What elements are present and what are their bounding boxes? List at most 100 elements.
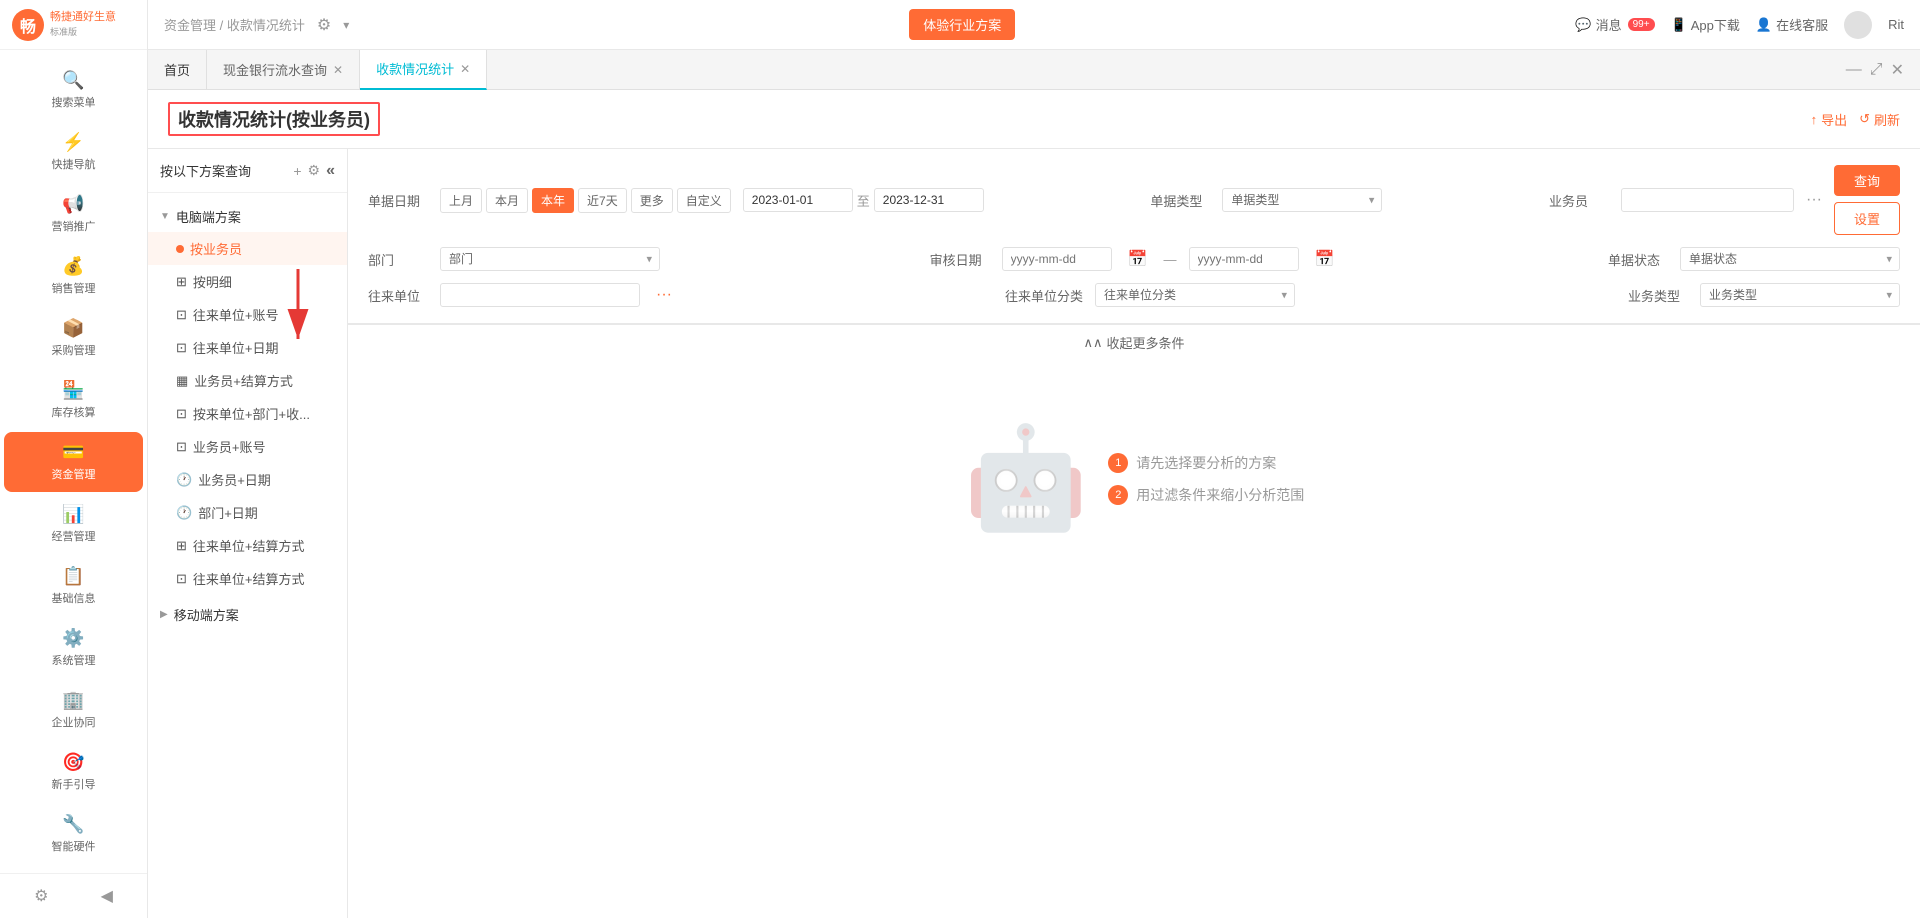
tabs-maximize-icon[interactable]: ⤢: [1870, 61, 1883, 79]
scheme-settings-icon[interactable]: ⚙: [308, 162, 321, 179]
salesperson-more-icon[interactable]: ···: [1806, 191, 1822, 209]
sidebar-item-sales[interactable]: 💰 销售管理: [4, 246, 143, 306]
sidebar-label-basic-info: 基础信息: [52, 590, 96, 606]
sidebar-label-search-menu: 搜索菜单: [52, 94, 96, 110]
customer-category-select-wrapper: 往来单位分类: [1095, 283, 1295, 307]
review-date-to-input[interactable]: [1189, 247, 1299, 271]
sidebar-item-marketing[interactable]: 📢 营销推广: [4, 184, 143, 244]
settings-footer-icon[interactable]: ⚙: [34, 886, 48, 906]
messages-badge: 99+: [1628, 18, 1655, 31]
tree-item-by-salesperson[interactable]: 按业务员: [148, 232, 347, 265]
tab-bank-flow-close[interactable]: ✕: [333, 63, 343, 77]
doc-status-select[interactable]: 单据状态: [1680, 247, 1900, 271]
tree-item-label-salesperson-account: 业务员+账号: [193, 437, 266, 456]
salesperson-input[interactable]: [1621, 188, 1794, 212]
date-btn-this-month[interactable]: 本月: [486, 188, 528, 213]
tree-item-label-salesperson: 按业务员: [190, 239, 242, 258]
tabs-close-icon[interactable]: ✕: [1891, 60, 1904, 80]
date-btn-more[interactable]: 更多: [631, 188, 673, 213]
doc-type-select[interactable]: 单据类型: [1222, 188, 1382, 212]
sidebar-item-wechat[interactable]: 💬 企业微信: [4, 866, 143, 873]
date-range-inputs: 至: [743, 188, 984, 212]
salesperson-account-icon: ⊡: [176, 439, 187, 455]
sidebar-item-purchase[interactable]: 📦 采购管理: [4, 308, 143, 368]
tree-item-label-customer-dept: 按来单位+部门+收...: [193, 404, 310, 423]
tree-item-by-detail[interactable]: ⊞ 按明细: [148, 265, 347, 298]
customer-dept-icon: ⊡: [176, 406, 187, 422]
doc-status-label: 单据状态: [1608, 250, 1668, 269]
date-btn-this-year[interactable]: 本年: [532, 188, 574, 213]
messages-btn[interactable]: 💬 消息 99+: [1575, 15, 1654, 34]
sidebar-item-corp[interactable]: 🏢 企业协同: [4, 680, 143, 740]
topbar-right: 💬 消息 99+ 📱 App下载 👤 在线客服 Rit: [1575, 11, 1904, 39]
search-menu-icon: 🔍: [62, 70, 84, 91]
add-scheme-icon[interactable]: +: [293, 163, 301, 179]
sidebar-item-basic-info[interactable]: 📋 基础信息: [4, 556, 143, 616]
mobile-group-header[interactable]: ▶ 移动端方案: [148, 599, 347, 630]
sidebar-item-inventory[interactable]: 🏪 库存核算: [4, 370, 143, 430]
settings-btn[interactable]: 设置: [1834, 202, 1900, 235]
review-date-separator: —: [1164, 252, 1177, 267]
calendar-icon-from[interactable]: 📅: [1128, 249, 1148, 269]
sidebar-label-operations: 经营管理: [52, 528, 96, 544]
tip-label-1: 请先选择要分析的方案: [1136, 453, 1276, 473]
topbar-gear-icon[interactable]: ⚙: [317, 15, 331, 35]
tab-bank-flow[interactable]: 现金银行流水查询 ✕: [207, 50, 360, 90]
collapse-sidebar-icon[interactable]: ◀: [101, 886, 113, 906]
app-download-btn[interactable]: 📱 App下载: [1671, 15, 1740, 34]
sidebar-item-guide[interactable]: 🎯 新手引导: [4, 742, 143, 802]
desktop-group-header[interactable]: ▼ 电脑端方案: [148, 201, 347, 232]
marketing-icon: 📢: [62, 194, 84, 215]
tab-home[interactable]: 首页: [148, 50, 207, 90]
calendar-icon-to[interactable]: 📅: [1315, 249, 1335, 269]
date-to-input[interactable]: [874, 188, 984, 212]
sidebar-item-operations[interactable]: 📊 经营管理: [4, 494, 143, 554]
salesperson-date-icon: 🕐: [176, 472, 192, 488]
tree-item-salesperson-account[interactable]: ⊡ 业务员+账号: [148, 430, 347, 463]
tree-item-customer-date[interactable]: ⊡ 往来单位+日期: [148, 331, 347, 364]
app-logo: 畅 畅捷通好生意 标准版: [0, 0, 147, 50]
customer-label: 往来单位: [368, 286, 428, 305]
date-btn-custom[interactable]: 自定义: [677, 188, 731, 213]
date-btn-last-month[interactable]: 上月: [440, 188, 482, 213]
customer-category-select[interactable]: 往来单位分类: [1095, 283, 1295, 307]
tab-collection-stats-close[interactable]: ✕: [460, 62, 470, 76]
review-date-from-input[interactable]: [1002, 247, 1112, 271]
online-service-btn[interactable]: 👤 在线客服: [1756, 15, 1828, 34]
export-btn[interactable]: ↑ 导出: [1811, 110, 1848, 129]
tree-item-customer-settle2[interactable]: ⊡ 往来单位+结算方式: [148, 562, 347, 595]
collapse-more-btn[interactable]: ∧∧ 收起更多条件: [348, 324, 1920, 360]
sidebar-item-search-menu[interactable]: 🔍 搜索菜单: [4, 60, 143, 120]
doc-type-label: 单据类型: [1150, 191, 1210, 210]
tabs-minimize-icon[interactable]: —: [1846, 61, 1862, 79]
sidebar-item-quick-nav[interactable]: ⚡ 快捷导航: [4, 122, 143, 182]
query-btn[interactable]: 查询: [1834, 165, 1900, 196]
tree-item-customer-settle1[interactable]: ⊞ 往来单位+结算方式: [148, 529, 347, 562]
empty-state: 🤖 1 请先选择要分析的方案 2 用过滤条件来缩小分析范围: [348, 360, 1920, 918]
tree-item-label-customer-account: 往来单位+账号: [193, 305, 279, 324]
tree-item-customer-account[interactable]: ⊡ 往来单位+账号: [148, 298, 347, 331]
biz-type-select[interactable]: 业务类型: [1700, 283, 1900, 307]
tab-collection-stats[interactable]: 收款情况统计 ✕: [360, 50, 487, 90]
trial-btn[interactable]: 体验行业方案: [909, 9, 1015, 40]
sidebar-item-hardware[interactable]: 🔧 智能硬件: [4, 804, 143, 864]
sidebar-item-finance[interactable]: 💳 资金管理: [4, 432, 143, 492]
refresh-btn[interactable]: ↺ 刷新: [1859, 110, 1900, 129]
tree-item-dept-date[interactable]: 🕐 部门+日期: [148, 496, 347, 529]
date-quick-buttons: 上月 本月 本年 近7天 更多 自定义: [440, 188, 731, 213]
tree-item-by-customer-dept[interactable]: ⊡ 按来单位+部门+收...: [148, 397, 347, 430]
sidebar-item-system[interactable]: ⚙️ 系统管理: [4, 618, 143, 678]
tree-item-salesperson-date[interactable]: 🕐 业务员+日期: [148, 463, 347, 496]
basic-info-icon: 📋: [62, 566, 84, 587]
date-btn-last-7[interactable]: 近7天: [578, 188, 627, 213]
customer-more-icon[interactable]: ···: [656, 286, 672, 304]
customer-input[interactable]: [440, 283, 640, 307]
tree-item-salesperson-settle[interactable]: ▦ 业务员+结算方式: [148, 364, 347, 397]
user-avatar[interactable]: [1844, 11, 1872, 39]
collapse-panel-icon[interactable]: «: [326, 162, 335, 180]
dept-select[interactable]: 部门: [440, 247, 660, 271]
date-from-input[interactable]: [743, 188, 853, 212]
sidebar-label-purchase: 采购管理: [52, 342, 96, 358]
topbar-dropdown-icon[interactable]: ▾: [343, 18, 349, 32]
tip-label-2: 用过滤条件来缩小分析范围: [1136, 485, 1304, 505]
